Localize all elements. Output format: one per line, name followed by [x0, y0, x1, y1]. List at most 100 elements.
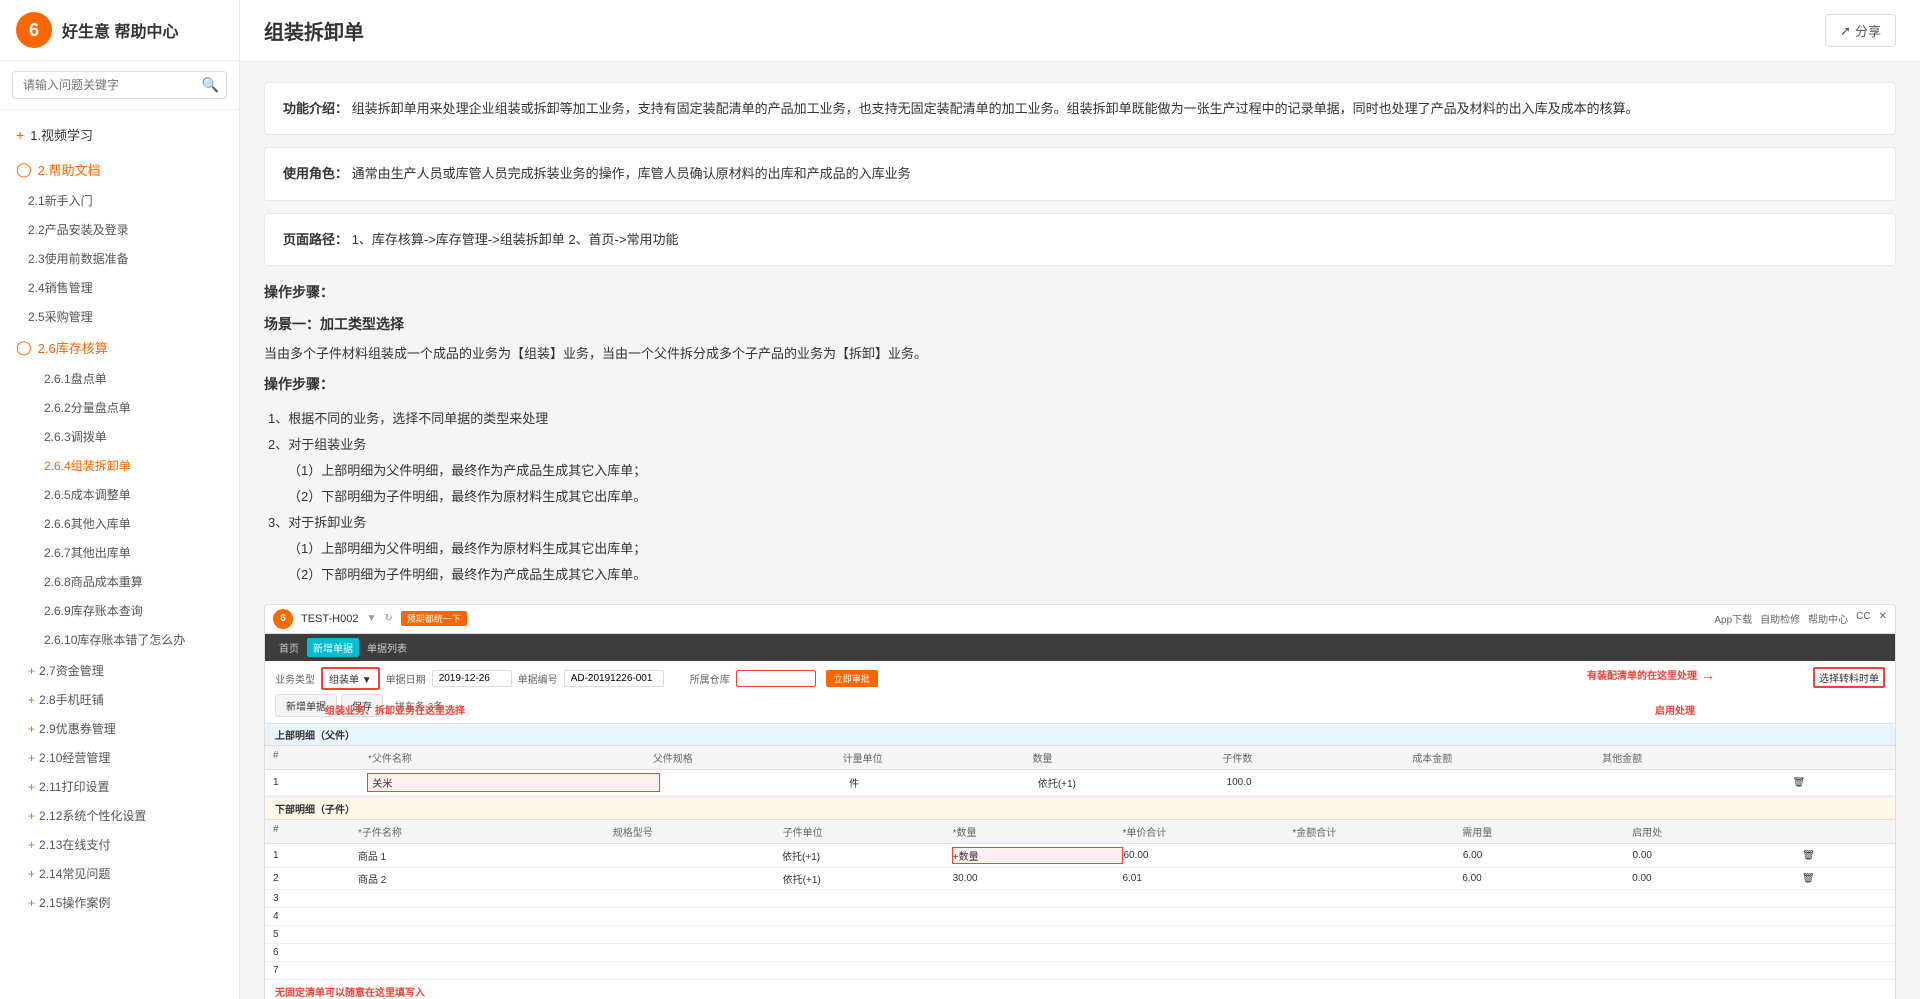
mock-logo: 6 — [273, 609, 293, 629]
path-block: 页面路径： 1、库存核算->库存管理->组装拆卸单 2、首页->常用功能 — [264, 213, 1896, 266]
sidebar-item-system[interactable]: + 2.12系统个性化设置 — [0, 801, 239, 830]
sidebar-item-install[interactable]: 2.2产品安装及登录 — [0, 215, 239, 244]
mock-title-text: TEST-H002 — [301, 613, 358, 625]
share-button[interactable]: ➚ 分享 — [1825, 14, 1896, 47]
lower-r1-act[interactable]: 🗑 — [1802, 850, 1887, 861]
lower-r1-price: 60.00 — [1123, 850, 1293, 861]
lower-col-name: *子件名称 — [358, 824, 613, 839]
sidebar-item-inventory[interactable]: ◯ 2.6库存核算 — [0, 331, 239, 364]
sidebar-item-stock-ledger[interactable]: 2.6.9库存账本查询 — [0, 596, 239, 625]
sidebar-item-partial-stocktake[interactable]: 2.6.2分量盘点单 — [0, 393, 239, 422]
sidebar-item-other-in[interactable]: 2.6.6其他入库单 — [0, 509, 239, 538]
plus-icon-sm9: + — [28, 896, 35, 910]
mock-save-btn[interactable]: 立即审批 — [826, 670, 878, 687]
search-input[interactable] — [12, 71, 227, 99]
sidebar-item-mobile[interactable]: + 2.8手机旺铺 — [0, 685, 239, 714]
mock-titlebar-btn[interactable]: 预期都统一下 — [401, 611, 467, 626]
path-label: 页面路径： — [283, 232, 348, 247]
mock-toolbar-area: 业务类型 组装单 ▼ 单据日期 单据编号 所属仓库 立即审批 — [265, 661, 1895, 724]
app-t-icon: App下载 — [1714, 611, 1752, 626]
lower-r1-qty[interactable]: +数量 — [952, 847, 1124, 864]
plus-icon-sm5: + — [28, 780, 35, 794]
annotation-1: 有装配清单的在这里处理 → — [1587, 667, 1715, 683]
mock-nav-new[interactable]: 新增单据 — [307, 638, 359, 657]
lower-r2-unit: 依托(+1) — [783, 871, 953, 886]
lower-row-4: 4 — [265, 908, 1895, 926]
mock-type-select[interactable]: 组装单 ▼ — [321, 667, 380, 690]
plus-icon-sm: + — [28, 664, 35, 678]
lower-col-enable: 启用处 — [1632, 824, 1802, 839]
nav-children-inventory: 2.6.1盘点单 2.6.2分量盘点单 2.6.3调拨单 2.6.4组装拆卸单 — [0, 364, 239, 654]
lower-col-cancel — [1802, 824, 1887, 839]
sidebar-item-other-out[interactable]: 2.6.7其他出库单 — [0, 538, 239, 567]
lower-col-price: *单价合计 — [1122, 824, 1292, 839]
sidebar-item-faq[interactable]: + 2.14常见问题 — [0, 859, 239, 888]
step2-sub-list: （1）上部明细为父件明细，最终作为产成品生成其它入库单； （2）下部明细为子件明… — [268, 458, 1896, 510]
sidebar-item-video[interactable]: + 1.视频学习 — [0, 118, 239, 151]
upper-r1-qty: 依托(+1) — [1038, 775, 1227, 790]
step3-sub-list: （1）上部明细为父件明细，最终作为原材料生成其它出库单； （2）下部明细为子件明… — [268, 536, 1896, 588]
sidebar-item-data-prep[interactable]: 2.3使用前数据准备 — [0, 244, 239, 273]
sidebar-nav: + 1.视频学习 ◯ 2.帮助文档 2.1新手入门 2.2产品安装及登录 2.3… — [0, 110, 239, 999]
sidebar-item-newbie[interactable]: 2.1新手入门 — [0, 186, 239, 215]
mock-upper-header: # *父件名称 父件规格 计量单位 数量 子件数 成本金额 其他金额 — [265, 746, 1895, 770]
main-content-area: 组装拆卸单 ➚ 分享 功能介绍： 组装拆卸单用来处理企业组装或拆卸等加工业务，支… — [240, 0, 1920, 999]
upper-col-no: # — [273, 750, 368, 765]
mock-dept-input[interactable] — [736, 670, 816, 687]
lower-row-5: 5 — [265, 926, 1895, 944]
main-content: 功能介绍： 组装拆卸单用来处理企业组装或拆卸等加工业务，支持有固定装配清单的产品… — [240, 62, 1920, 999]
sidebar-item-assembly[interactable]: 2.6.4组装拆卸单 — [0, 451, 239, 480]
lower-r2-act[interactable]: 🗑 — [1802, 873, 1887, 884]
upper-r1-sub: 100.0 — [1227, 777, 1416, 788]
mock-nav-home[interactable]: 首页 — [273, 638, 305, 657]
sidebar-item-cases[interactable]: + 2.15操作案例 — [0, 888, 239, 917]
lower-r2-need: 6.00 — [1462, 873, 1632, 884]
ann3-text: 组装业务、拆卸业务在这里选择 — [325, 706, 465, 717]
role-label: 使用角色： — [283, 166, 348, 181]
sidebar-item-purchase[interactable]: 2.5采购管理 — [0, 302, 239, 331]
sidebar-item-stocktake[interactable]: 2.6.1盘点单 — [0, 364, 239, 393]
lower-row-3: 3 — [265, 890, 1895, 908]
sidebar-item-stock-fix[interactable]: 2.6.10库存账本错了怎么办 — [0, 625, 239, 654]
sidebar-item-transfer[interactable]: 2.6.3调拨单 — [0, 422, 239, 451]
plus-icon-sm6: + — [28, 809, 35, 823]
mock-titlebar: 6 TEST-H002 ▼ ↻ 预期都统一下 App下载 自助检修 帮助中心 C… — [265, 605, 1895, 634]
sidebar-item-sales[interactable]: 2.4销售管理 — [0, 273, 239, 302]
mock-upper-section-label: 上部明细（父件） — [265, 724, 1895, 746]
ann5-text: 无固定清单可以随意在这里填写入 — [275, 988, 425, 999]
step3: 3、对于拆卸业务 — [268, 510, 1896, 536]
nav-children-docs: 2.1新手入门 2.2产品安装及登录 2.3使用前数据准备 2.4销售管理 2.… — [0, 186, 239, 917]
lower-r2-name: 商品 2 — [358, 871, 613, 886]
lower-col-no: # — [273, 824, 358, 839]
search-icon[interactable]: 🔍 — [202, 77, 219, 94]
mock-date-input[interactable] — [432, 670, 512, 687]
sidebar-item-cost-recalc[interactable]: 2.6.8商品成本重算 — [0, 567, 239, 596]
mock-nav-list[interactable]: 单据列表 — [361, 638, 413, 657]
upper-r1-name[interactable]: 关米 — [367, 773, 660, 792]
mock-titlebar-right: App下载 自助检修 帮助中心 CC ✕ — [1714, 611, 1887, 626]
sidebar-item-finance[interactable]: + 2.7资金管理 — [0, 656, 239, 685]
sidebar-item-ops[interactable]: + 2.10经营管理 — [0, 743, 239, 772]
sidebar-item-payment[interactable]: + 2.13在线支付 — [0, 830, 239, 859]
upper-col-qty: 数量 — [1033, 750, 1223, 765]
close-icon[interactable]: ✕ — [1879, 611, 1887, 626]
step-list: 1、根据不同的业务，选择不同单据的类型来处理 2、对于组装业务 （1）上部明细为… — [264, 406, 1896, 588]
intro-text: 组装拆卸单用来处理企业组装或拆卸等加工业务，支持有固定装配清单的产品加工业务，也… — [352, 101, 1639, 116]
mock-dropdown-icon: ▼ — [366, 613, 376, 624]
sidebar-item-cost-adjust[interactable]: 2.6.5成本调整单 — [0, 480, 239, 509]
mock-dept-label: 所属仓库 — [690, 671, 730, 686]
sidebar-item-print[interactable]: + 2.11打印设置 — [0, 772, 239, 801]
lower-row-6: 6 — [265, 944, 1895, 962]
lower-r2-price: 6.01 — [1122, 873, 1292, 884]
mock-refresh-icon: ↻ — [384, 613, 392, 624]
sidebar-header: 6 好生意 帮助中心 — [0, 0, 239, 61]
sidebar-item-coupon[interactable]: + 2.9优惠券管理 — [0, 714, 239, 743]
annotation-2: 选择转料时单 — [1813, 667, 1885, 688]
upper-col-spec: 父件规格 — [653, 750, 843, 765]
lower-col-unit: 子件单位 — [783, 824, 953, 839]
mock-num-input[interactable] — [564, 670, 664, 687]
sidebar-item-docs[interactable]: ◯ 2.帮助文档 — [0, 153, 239, 186]
annotation-5-row: 无固定清单可以随意在这里填写入 — [265, 980, 1895, 999]
upper-r1-action[interactable]: 🗑 — [1793, 777, 1887, 788]
minus-icon: ◯ — [16, 161, 32, 178]
